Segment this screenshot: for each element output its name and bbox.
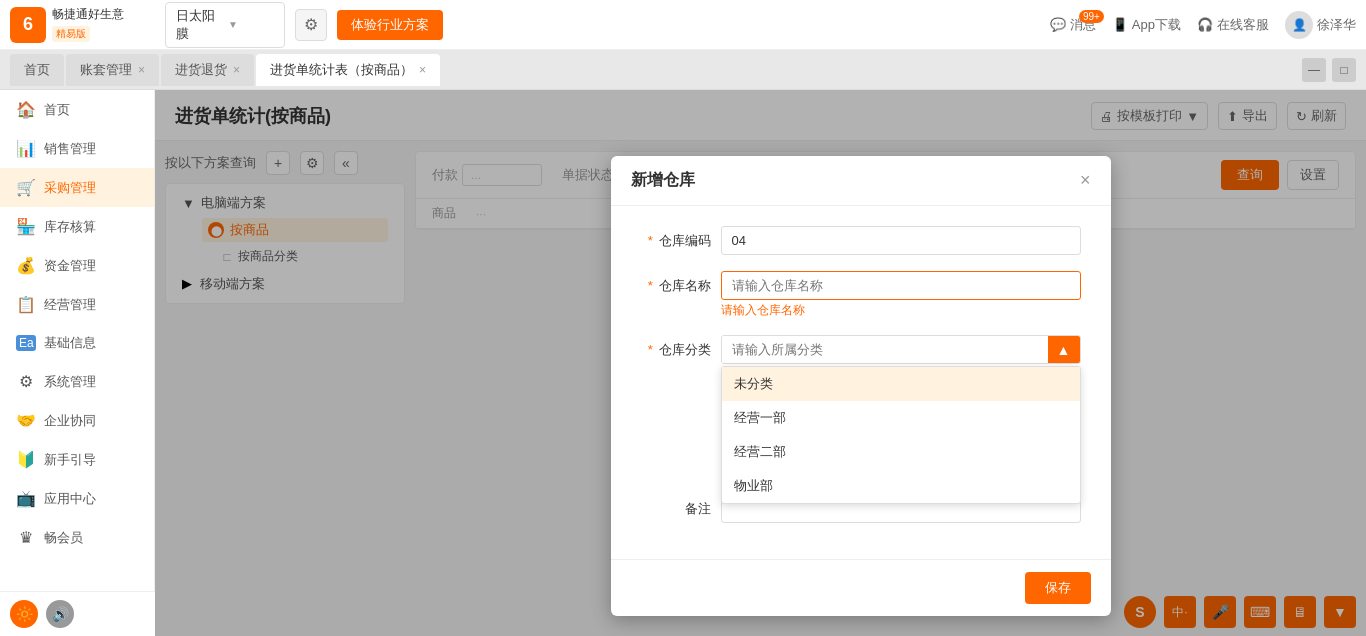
warehouse-name-label: * 仓库名称 (641, 271, 721, 295)
app-download-icon: 📱 (1112, 17, 1128, 32)
dropdown-item-property[interactable]: 物业部 (722, 469, 1080, 503)
sidebar-item-vip[interactable]: ♛ 畅会员 (0, 518, 154, 557)
warehouse-name-input[interactable] (721, 271, 1081, 300)
dialog-body: * 仓库编码 * 仓库名称 请输入仓库名称 (611, 206, 1111, 559)
sales-icon: 📊 (16, 139, 36, 158)
category-input-wrapper: ▲ (721, 335, 1081, 364)
app-download-button[interactable]: 📱 App下载 (1112, 16, 1181, 34)
logo-icon: 6 (10, 7, 46, 43)
sidebar-item-enterprise[interactable]: 🤝 企业协同 (0, 401, 154, 440)
header-middle: 日太阳膜 ▼ ⚙ 体验行业方案 (165, 2, 1050, 48)
sidebar-item-guide[interactable]: 🔰 新手引导 (0, 440, 154, 479)
sidebar-item-app-center[interactable]: 📺 应用中心 (0, 479, 154, 518)
vip-icon: ♛ (16, 528, 36, 547)
tab-minimize-button[interactable]: — (1302, 58, 1326, 82)
message-icon: 💬 (1050, 17, 1066, 32)
tab-purchase-return[interactable]: 进货退货 × (161, 54, 254, 86)
dialog-footer: 保存 (611, 559, 1111, 616)
sidebar-item-inventory[interactable]: 🏪 库存核算 (0, 207, 154, 246)
inventory-icon: 🏪 (16, 217, 36, 236)
logo-badge: 精易版 (52, 26, 90, 42)
logo-text: 畅捷通好生意 (52, 7, 124, 23)
warehouse-category-input[interactable] (722, 336, 1048, 363)
sidebar: 🏠 首页 📊 销售管理 🛒 采购管理 🏪 库存核算 💰 资金管理 📋 经营管理 … (0, 90, 155, 636)
enterprise-icon: 🤝 (16, 411, 36, 430)
warehouse-code-input[interactable] (721, 226, 1081, 255)
logo-area: 6 畅捷通好生意 精易版 (10, 7, 165, 43)
headphone-icon: 🎧 (1197, 17, 1213, 32)
content-area: 进货单统计(按商品) 🖨 按模板打印 ▼ ⬆ 导出 ↻ 刷新 (155, 90, 1366, 636)
warehouse-category-label: * 仓库分类 (641, 335, 721, 359)
dialog-title: 新增仓库 (631, 170, 695, 191)
warehouse-code-field (721, 226, 1081, 255)
theme-button[interactable]: 🔆 (10, 600, 38, 628)
finance-icon: 💰 (16, 256, 36, 275)
service-button[interactable]: 🎧 在线客服 (1197, 16, 1269, 34)
sidebar-item-purchase[interactable]: 🛒 采购管理 (0, 168, 154, 207)
tab-close-account[interactable]: × (138, 63, 145, 77)
main-layout: 🏠 首页 📊 销售管理 🛒 采购管理 🏪 库存核算 💰 资金管理 📋 经营管理 … (0, 90, 1366, 636)
sidebar-item-sales[interactable]: 📊 销售管理 (0, 129, 154, 168)
sidebar-item-finance[interactable]: 💰 资金管理 (0, 246, 154, 285)
user-menu[interactable]: 👤 徐泽华 (1285, 11, 1356, 39)
warehouse-category-row: * 仓库分类 ▲ 未分类 经营一部 经营二部 物业部 (641, 335, 1081, 364)
warehouse-name-row: * 仓库名称 请输入仓库名称 (641, 271, 1081, 319)
tab-controls: — □ (1302, 58, 1356, 82)
dialog-header: 新增仓库 × (611, 156, 1111, 206)
tab-account[interactable]: 账套管理 × (66, 54, 159, 86)
top-header: 6 畅捷通好生意 精易版 日太阳膜 ▼ ⚙ 体验行业方案 💬 消息 99+ 📱 … (0, 0, 1366, 50)
new-warehouse-dialog: 新增仓库 × * 仓库编码 * (611, 156, 1111, 616)
tab-expand-button[interactable]: □ (1332, 58, 1356, 82)
trial-button[interactable]: 体验行业方案 (337, 10, 443, 40)
dropdown-item-uncategorized[interactable]: 未分类 (722, 367, 1080, 401)
basic-info-icon: Ea (16, 335, 36, 351)
home-icon: 🏠 (16, 100, 36, 119)
sidebar-bottom-bar: 🔆 🔊 (0, 591, 155, 636)
warehouse-code-row: * 仓库编码 (641, 226, 1081, 255)
tab-close-purchase-stat[interactable]: × (419, 63, 426, 77)
store-selector[interactable]: 日太阳膜 ▼ (165, 2, 285, 48)
message-badge: 99+ (1079, 10, 1104, 23)
remark-label: 备注 (641, 494, 721, 518)
sound-button[interactable]: 🔊 (46, 600, 74, 628)
warehouse-code-label: * 仓库编码 (641, 226, 721, 250)
category-arrow-button[interactable]: ▲ (1048, 336, 1080, 363)
avatar: 👤 (1285, 11, 1313, 39)
save-button[interactable]: 保存 (1025, 572, 1091, 604)
system-icon: ⚙ (16, 372, 36, 391)
category-dropdown: 未分类 经营一部 经营二部 物业部 (721, 366, 1081, 504)
tab-purchase-stat[interactable]: 进货单统计表（按商品） × (256, 54, 440, 86)
warehouse-name-error: 请输入仓库名称 (721, 302, 1081, 319)
tab-bar: 首页 账套管理 × 进货退货 × 进货单统计表（按商品） × — □ (0, 50, 1366, 90)
sidebar-item-basic-info[interactable]: Ea 基础信息 (0, 324, 154, 362)
header-right: 💬 消息 99+ 📱 App下载 🎧 在线客服 👤 徐泽华 (1050, 11, 1356, 39)
warehouse-name-field: 请输入仓库名称 (721, 271, 1081, 319)
purchase-icon: 🛒 (16, 178, 36, 197)
operations-icon: 📋 (16, 295, 36, 314)
dropdown-item-dept2[interactable]: 经营二部 (722, 435, 1080, 469)
app-center-icon: 📺 (16, 489, 36, 508)
sidebar-item-home[interactable]: 🏠 首页 (0, 90, 154, 129)
tab-home[interactable]: 首页 (10, 54, 64, 86)
dialog-close-button[interactable]: × (1080, 170, 1091, 191)
gear-button[interactable]: ⚙ (295, 9, 327, 41)
guide-icon: 🔰 (16, 450, 36, 469)
tab-close-purchase-return[interactable]: × (233, 63, 240, 77)
dropdown-item-dept1[interactable]: 经营一部 (722, 401, 1080, 435)
sidebar-item-system[interactable]: ⚙ 系统管理 (0, 362, 154, 401)
sidebar-item-operations[interactable]: 📋 经营管理 (0, 285, 154, 324)
chevron-down-icon: ▼ (228, 19, 274, 30)
message-button[interactable]: 💬 消息 99+ (1050, 16, 1096, 34)
warehouse-category-field: ▲ 未分类 经营一部 经营二部 物业部 (721, 335, 1081, 364)
